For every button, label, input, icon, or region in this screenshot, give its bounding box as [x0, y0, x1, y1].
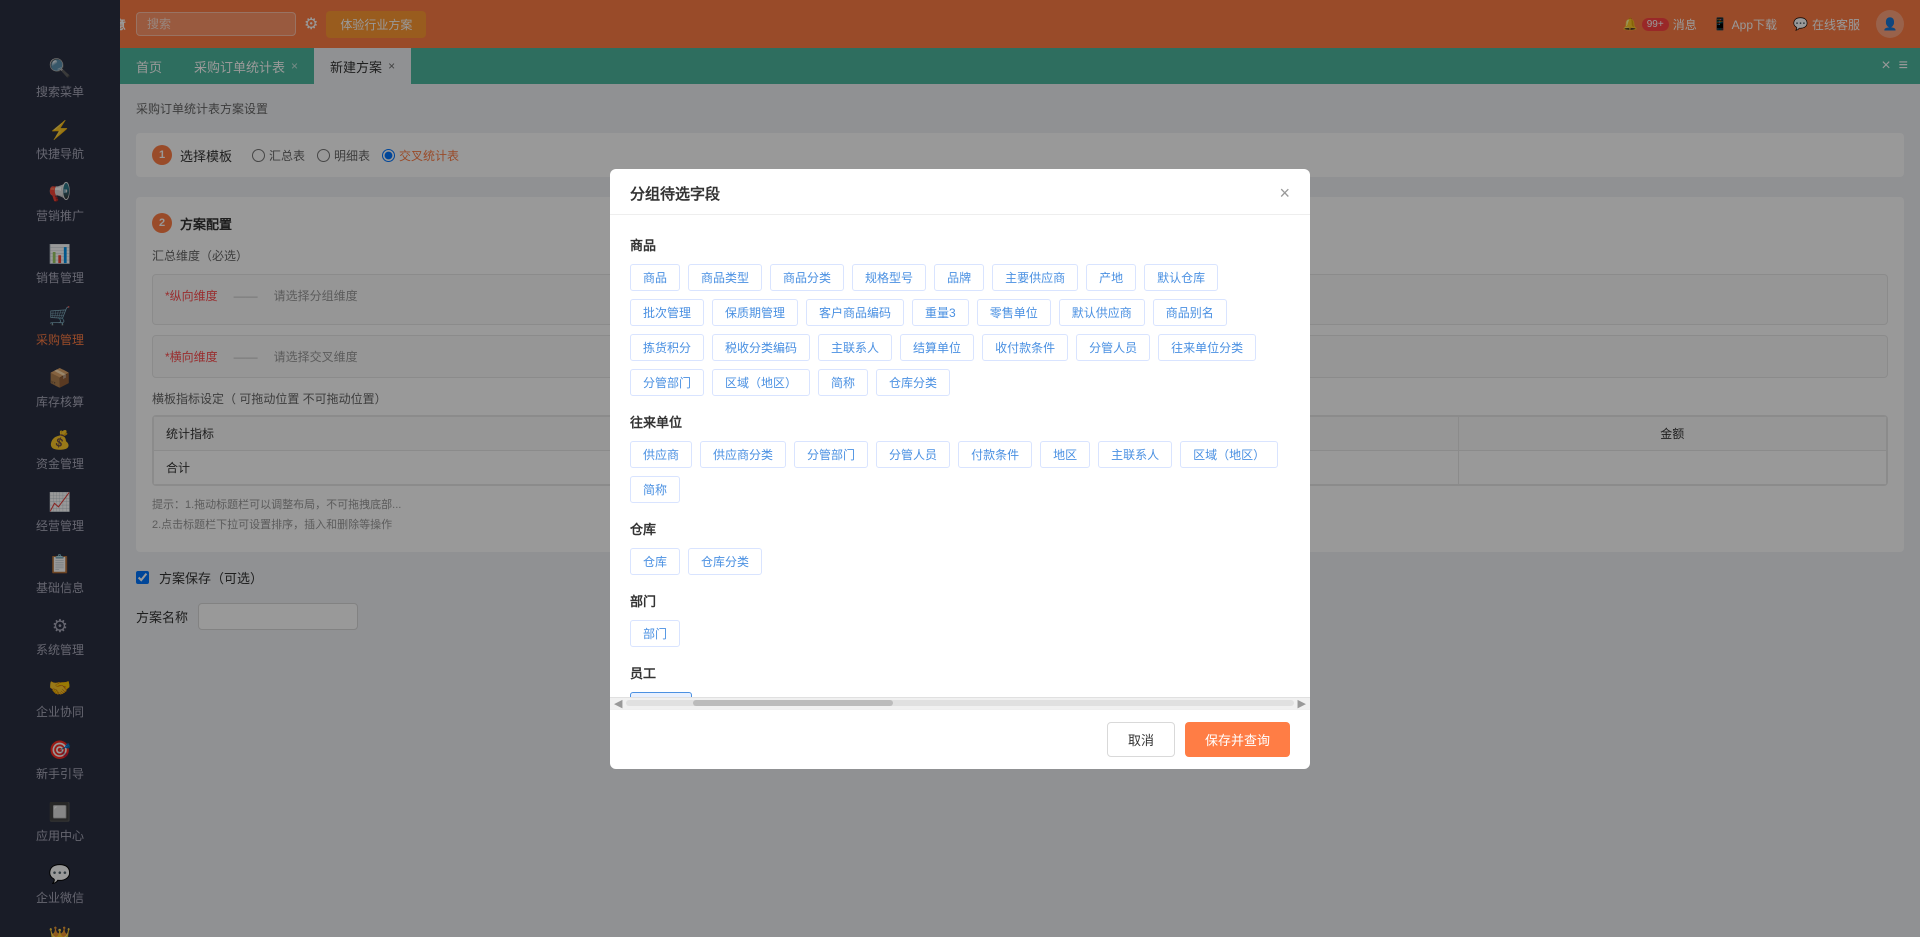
- tag-supplier[interactable]: 供应商: [630, 441, 692, 468]
- hscroll-thumb: [693, 700, 893, 706]
- tag-retail-unit[interactable]: 零售单位: [977, 299, 1051, 326]
- modal-header: 分组待选字段 ×: [610, 169, 1310, 215]
- tag-region[interactable]: 区域（地区）: [712, 369, 810, 396]
- tag-spec-model[interactable]: 规格型号: [852, 264, 926, 291]
- tag-default-warehouse[interactable]: 默认仓库: [1144, 264, 1218, 291]
- tag-manager[interactable]: 分管人员: [1076, 334, 1150, 361]
- section-counterpart-title: 往来单位: [630, 412, 1290, 431]
- tag-cp-manager[interactable]: 分管人员: [876, 441, 950, 468]
- tag-payment-condition[interactable]: 付款条件: [958, 441, 1032, 468]
- section-product-tags: 商品 商品类型 商品分类 规格型号 品牌 主要供应商 产地 默认仓库 批次管理 …: [630, 264, 1290, 396]
- tag-quality-mgmt[interactable]: 保质期管理: [712, 299, 798, 326]
- tag-cp-contact[interactable]: 主联系人: [1098, 441, 1172, 468]
- modal-overlay: 分组待选字段 × 商品 商品 商品类型 商品分类 规格型号 品牌 主要供应商 产…: [0, 0, 1920, 937]
- section-counterpart-tags: 供应商 供应商分类 分管部门 分管人员 付款条件 地区 主联系人 区域（地区） …: [630, 441, 1290, 503]
- tag-product-alias[interactable]: 商品别名: [1153, 299, 1227, 326]
- tag-brand[interactable]: 品牌: [934, 264, 984, 291]
- tag-cp-dept[interactable]: 分管部门: [794, 441, 868, 468]
- tag-warehouse-category[interactable]: 仓库分类: [688, 548, 762, 575]
- tag-warehouse[interactable]: 仓库: [630, 548, 680, 575]
- tag-counterpart-category[interactable]: 往来单位分类: [1158, 334, 1256, 361]
- tag-product-type[interactable]: 商品类型: [688, 264, 762, 291]
- modal-hscroll[interactable]: ◀ ▶: [610, 697, 1310, 709]
- tag-warehouse-cat[interactable]: 仓库分类: [876, 369, 950, 396]
- section-dept-title: 部门: [630, 591, 1290, 610]
- tag-pick-points[interactable]: 拣货积分: [630, 334, 704, 361]
- tag-batch-mgmt[interactable]: 批次管理: [630, 299, 704, 326]
- tag-main-supplier[interactable]: 主要供应商: [992, 264, 1078, 291]
- section-employee-title: 员工: [630, 663, 1290, 682]
- tag-payment-terms[interactable]: 收付款条件: [982, 334, 1068, 361]
- tag-main-contact[interactable]: 主联系人: [818, 334, 892, 361]
- tag-default-supplier[interactable]: 默认供应商: [1059, 299, 1145, 326]
- section-warehouse-tags: 仓库 仓库分类: [630, 548, 1290, 575]
- tag-dept[interactable]: 分管部门: [630, 369, 704, 396]
- modal-close-button[interactable]: ×: [1279, 184, 1290, 202]
- modal-title: 分组待选字段: [630, 183, 720, 204]
- tag-product-category[interactable]: 商品分类: [770, 264, 844, 291]
- cancel-button[interactable]: 取消: [1107, 722, 1175, 757]
- section-dept-tags: 部门: [630, 620, 1290, 647]
- tag-origin[interactable]: 产地: [1086, 264, 1136, 291]
- hscroll-track: [626, 700, 1293, 706]
- modal-dialog: 分组待选字段 × 商品 商品 商品类型 商品分类 规格型号 品牌 主要供应商 产…: [610, 169, 1310, 769]
- tag-cp-region[interactable]: 区域（地区）: [1180, 441, 1278, 468]
- tag-supplier-category[interactable]: 供应商分类: [700, 441, 786, 468]
- tag-tax-code[interactable]: 税收分类编码: [712, 334, 810, 361]
- tag-product[interactable]: 商品: [630, 264, 680, 291]
- tag-area[interactable]: 地区: [1040, 441, 1090, 468]
- tag-abbr[interactable]: 简称: [818, 369, 868, 396]
- tag-cp-abbr[interactable]: 简称: [630, 476, 680, 503]
- modal-footer: 取消 保存并查询: [610, 709, 1310, 769]
- tag-settlement-unit[interactable]: 结算单位: [900, 334, 974, 361]
- modal-body[interactable]: 商品 商品 商品类型 商品分类 规格型号 品牌 主要供应商 产地 默认仓库 批次…: [610, 215, 1310, 697]
- tag-weight3[interactable]: 重量3: [912, 299, 969, 326]
- confirm-button[interactable]: 保存并查询: [1185, 722, 1290, 757]
- section-warehouse-title: 仓库: [630, 519, 1290, 538]
- tag-department[interactable]: 部门: [630, 620, 680, 647]
- tag-customer-product-code[interactable]: 客户商品编码: [806, 299, 904, 326]
- section-product-title: 商品: [630, 235, 1290, 254]
